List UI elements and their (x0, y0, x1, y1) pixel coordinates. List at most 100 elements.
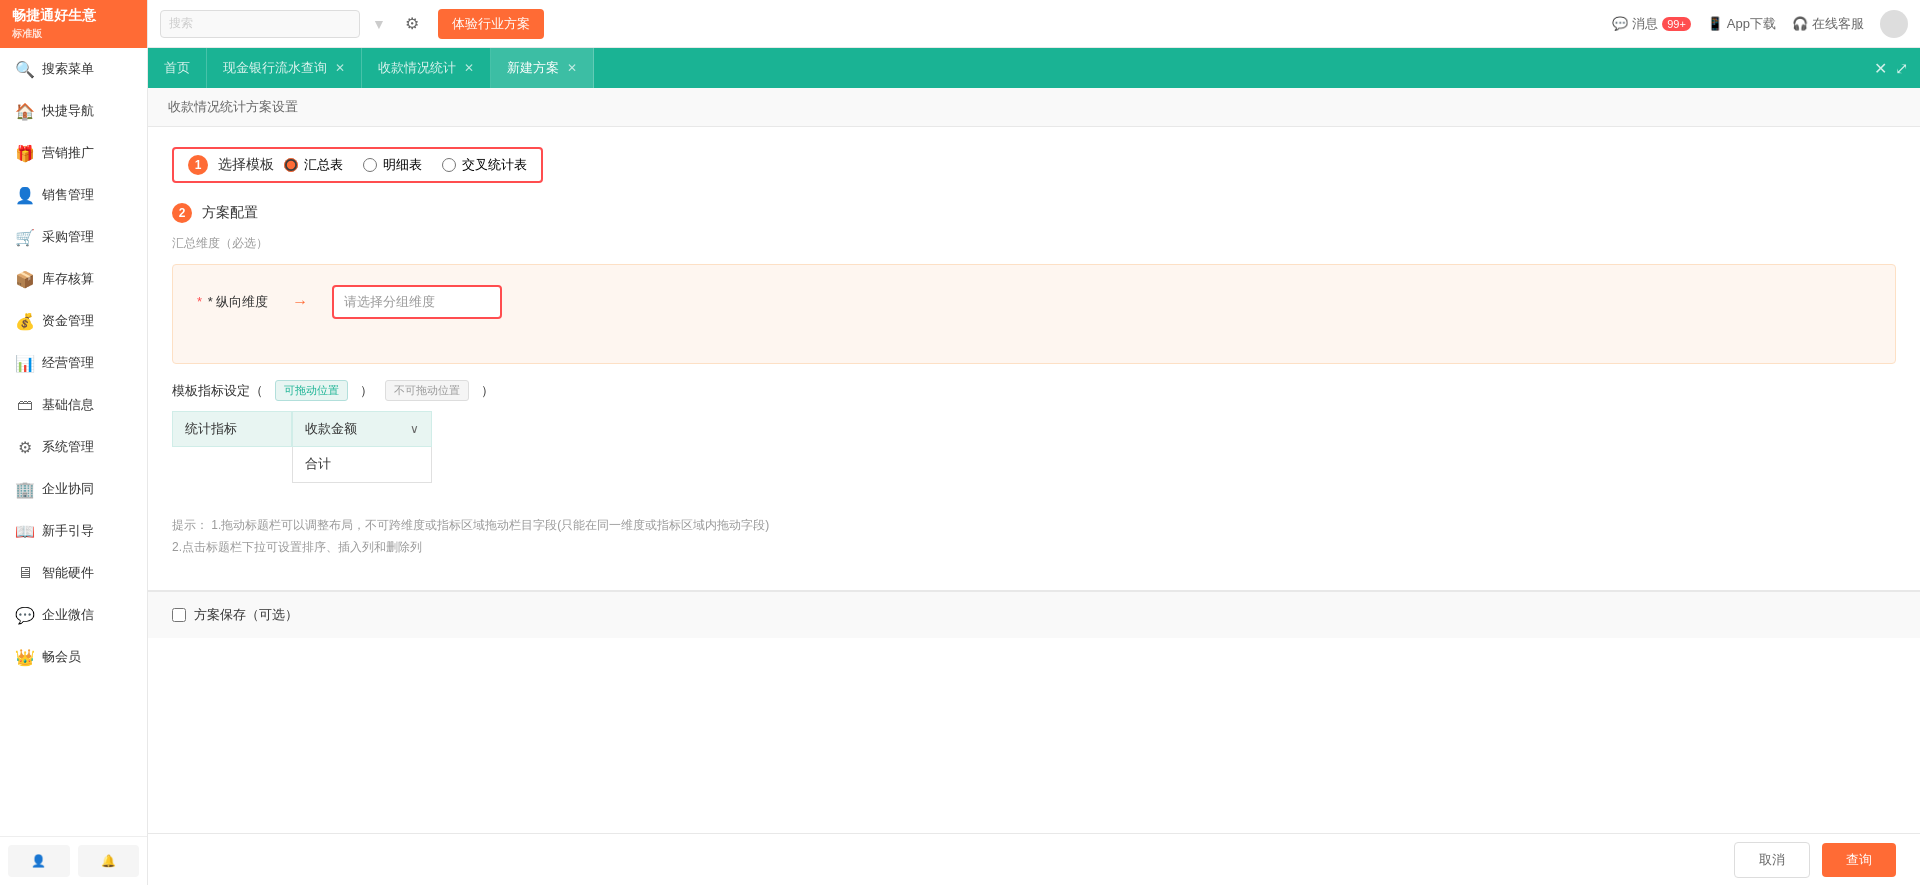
sidebar-item-label: 销售管理 (42, 186, 94, 204)
section-body: 1 选择模板 汇总表 明细表 (148, 127, 1920, 590)
app-icon: 📱 (1707, 16, 1723, 31)
logo-name: 畅捷通好生意 (12, 7, 96, 25)
sidebar-bottom-btn1[interactable]: 👤 (8, 845, 70, 877)
tab-new-plan-close-icon[interactable]: ✕ (567, 61, 577, 75)
sidebar-item-label: 营销推广 (42, 144, 94, 162)
sidebar-item-wechat[interactable]: 💬 企业微信 (0, 594, 147, 636)
logo-sub: 标准版 (12, 27, 96, 41)
metrics-grid: 统计指标 收款金额 ∨ 合计 (172, 411, 1896, 483)
radio-summary-input[interactable] (284, 158, 298, 172)
dimension-select[interactable]: 请选择分组维度 (332, 285, 502, 319)
radio-cross[interactable]: 交叉统计表 (442, 156, 527, 174)
page-content: 收款情况统计方案设置 1 选择模板 汇总表 (148, 88, 1920, 833)
sidebar-item-operation[interactable]: 📊 经营管理 (0, 342, 147, 384)
tab-new-plan[interactable]: 新建方案 ✕ (491, 48, 594, 88)
tab-receivable[interactable]: 收款情况统计 ✕ (362, 48, 491, 88)
sidebar-item-guide[interactable]: 📖 新手引导 (0, 510, 147, 552)
box-icon: 📦 (16, 270, 34, 288)
tab-receivable-close-icon[interactable]: ✕ (464, 61, 474, 75)
sidebar-bottom-btn2[interactable]: 🔔 (78, 845, 140, 877)
sidebar-item-label: 基础信息 (42, 396, 94, 414)
radio-summary-label: 汇总表 (304, 156, 343, 174)
sidebar-item-base[interactable]: 🗃 基础信息 (0, 384, 147, 426)
search-placeholder: 搜索 (169, 15, 193, 32)
sidebar-item-label: 畅会员 (42, 648, 81, 666)
content-area: 收款情况统计方案设置 1 选择模板 汇总表 (148, 88, 1920, 833)
sidebar-item-label: 企业微信 (42, 606, 94, 624)
sidebar-item-label: 搜索菜单 (42, 60, 94, 78)
avatar[interactable] (1880, 10, 1908, 38)
sidebar-item-member[interactable]: 👑 畅会员 (0, 636, 147, 678)
metrics-title: 模板指标设定（ (172, 382, 263, 400)
trial-button[interactable]: 体验行业方案 (438, 9, 544, 39)
step2-title: 方案配置 (202, 204, 258, 222)
bottom-save-row: 方案保存（可选） (148, 591, 1920, 638)
radio-detail-input[interactable] (363, 158, 377, 172)
sidebar-item-hardware[interactable]: 🖥 智能硬件 (0, 552, 147, 594)
cancel-button[interactable]: 取消 (1734, 842, 1810, 878)
dimension-placeholder: 请选择分组维度 (344, 293, 435, 311)
file-icon: 🗃 (16, 396, 34, 414)
sidebar-item-system[interactable]: ⚙ 系统管理 (0, 426, 147, 468)
tab-home-label: 首页 (164, 59, 190, 77)
metrics-section: 模板指标设定（ 可拖动位置 ） 不可拖动位置 ） 统计指标 (172, 380, 1896, 483)
radio-summary[interactable]: 汇总表 (284, 156, 343, 174)
radio-cross-label: 交叉统计表 (462, 156, 527, 174)
dim-arrow-icon: → (292, 293, 308, 311)
app-label: App下载 (1727, 15, 1776, 33)
radio-detail[interactable]: 明细表 (363, 156, 422, 174)
step1-badge: 1 (188, 155, 208, 175)
non-draggable-tag: 不可拖动位置 (385, 380, 469, 401)
hint-line-2: 2.点击标题栏下拉可设置排序、插入列和删除列 (172, 537, 1896, 559)
sidebar-item-finance[interactable]: 💰 资金管理 (0, 300, 147, 342)
sidebar-item-label: 系统管理 (42, 438, 94, 456)
search-icon: 🔍 (16, 60, 34, 78)
step2-section: 2 方案配置 汇总维度（必选） * * 纵向维度 (172, 203, 1896, 570)
chat-icon: 💬 (16, 606, 34, 624)
chart-icon: 📊 (16, 354, 34, 372)
hint-line-1: 提示： 1.拖动标题栏可以调整布局，不可跨维度或指标区域拖动栏目字段(只能在同一… (172, 515, 1896, 537)
tab-bank[interactable]: 现金银行流水查询 ✕ (207, 48, 362, 88)
sidebar-item-quicknav[interactable]: 🏠 快捷导航 (0, 90, 147, 132)
monitor-icon: 🖥 (16, 564, 34, 582)
non-draggable-suffix: ） (481, 382, 494, 400)
query-button[interactable]: 查询 (1822, 843, 1896, 877)
message-btn[interactable]: 💬 消息 99+ (1612, 15, 1691, 33)
sidebar: 畅捷通好生意 标准版 🔍 搜索菜单 🏠 快捷导航 🎁 营销推广 👤 销售管理 🛒… (0, 0, 148, 885)
metrics-category-label: 统计指标 (185, 420, 237, 438)
search-bar[interactable]: 搜索 (160, 10, 360, 38)
sidebar-item-inventory[interactable]: 📦 库存核算 (0, 258, 147, 300)
dimension-area: * * 纵向维度 → 请选择分组维度 (172, 264, 1896, 364)
sidebar-item-marketing[interactable]: 🎁 营销推广 (0, 132, 147, 174)
chevron-down-icon[interactable]: ∨ (410, 422, 419, 436)
radio-detail-label: 明细表 (383, 156, 422, 174)
save-checkbox[interactable] (172, 608, 186, 622)
sidebar-item-purchase[interactable]: 🛒 采购管理 (0, 216, 147, 258)
message-badge: 99+ (1662, 17, 1691, 31)
sidebar-item-search[interactable]: 🔍 搜索菜单 (0, 48, 147, 90)
message-icon: 💬 (1612, 16, 1628, 31)
tab-expand-icon[interactable]: ⤢ (1895, 59, 1908, 78)
dropdown-arrow-icon[interactable]: ▼ (372, 16, 386, 32)
sidebar-item-corp[interactable]: 🏢 企业协同 (0, 468, 147, 510)
tab-bank-close-icon[interactable]: ✕ (335, 61, 345, 75)
main-area: 搜索 ▼ ⚙ 体验行业方案 💬 消息 99+ 📱 App下载 🎧 在线客服 首页 (148, 0, 1920, 885)
metrics-category-header[interactable]: 统计指标 (172, 411, 292, 447)
sidebar-item-label: 采购管理 (42, 228, 94, 246)
app-download-btn[interactable]: 📱 App下载 (1707, 15, 1776, 33)
dimension-row: * * 纵向维度 → 请选择分组维度 (197, 285, 1871, 319)
tab-home[interactable]: 首页 (148, 48, 207, 88)
service-label: 在线客服 (1812, 15, 1864, 33)
service-btn[interactable]: 🎧 在线客服 (1792, 15, 1864, 33)
settings-icon[interactable]: ⚙ (398, 10, 426, 38)
hints-section: 提示： 1.拖动标题栏可以调整布局，不可跨维度或指标区域拖动栏目字段(只能在同一… (172, 503, 1896, 570)
tab-close-all-icon[interactable]: ✕ (1874, 59, 1887, 78)
radio-cross-input[interactable] (442, 158, 456, 172)
sidebar-item-label: 企业协同 (42, 480, 94, 498)
sidebar-item-label: 经营管理 (42, 354, 94, 372)
sidebar-logo: 畅捷通好生意 标准版 (0, 0, 147, 48)
metrics-col1-header[interactable]: 收款金额 ∨ (292, 411, 432, 447)
book-icon: 📖 (16, 522, 34, 540)
dim-row-label: * * 纵向维度 (197, 293, 268, 311)
sidebar-item-sales[interactable]: 👤 销售管理 (0, 174, 147, 216)
